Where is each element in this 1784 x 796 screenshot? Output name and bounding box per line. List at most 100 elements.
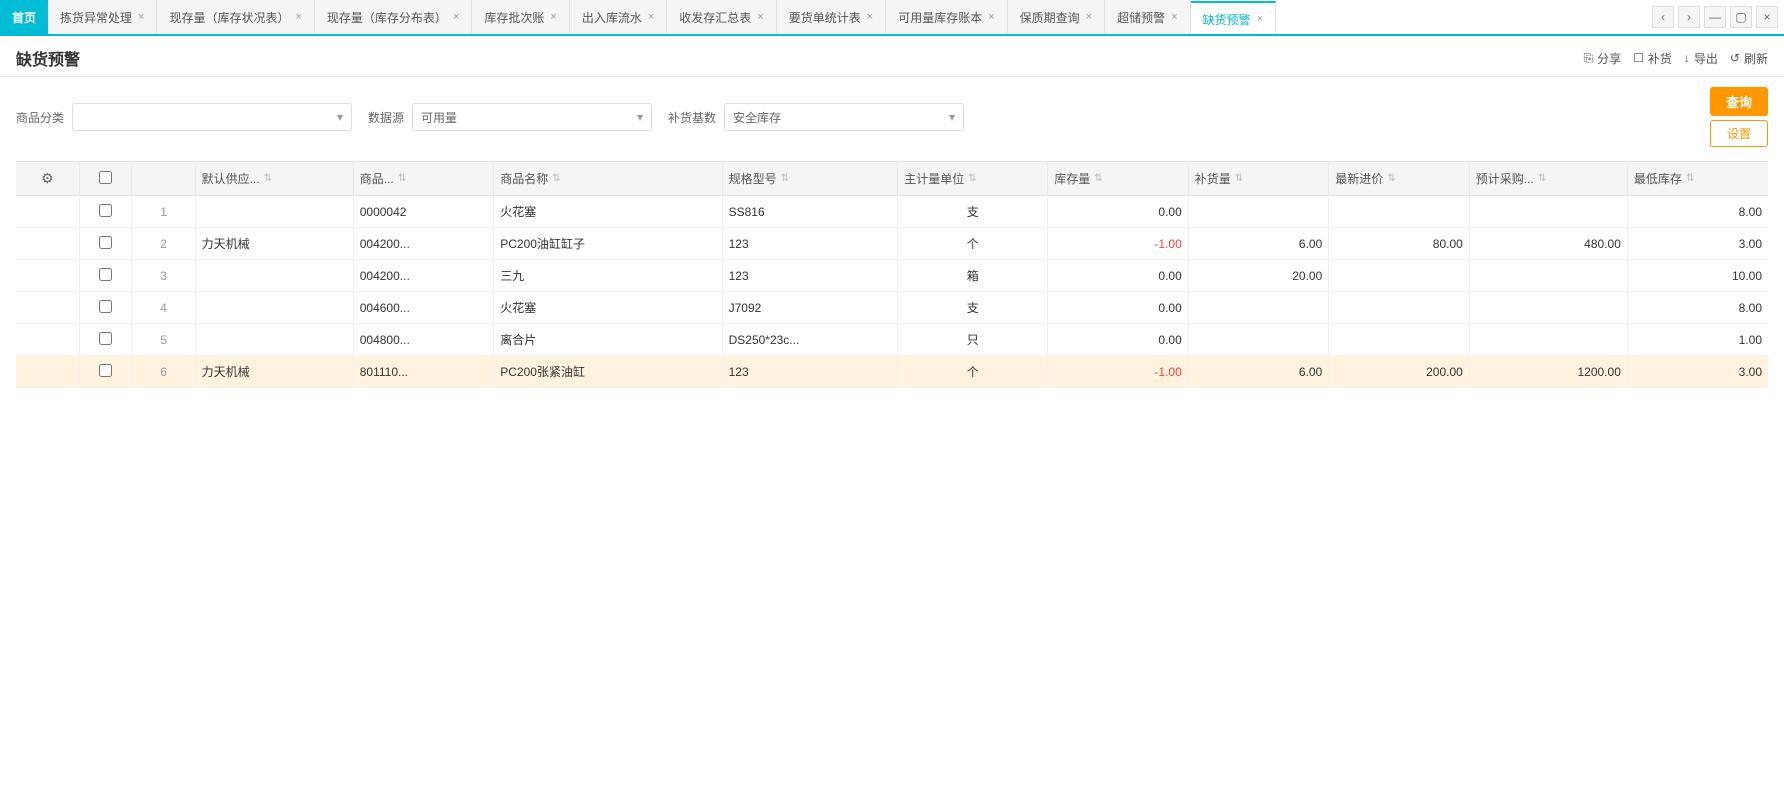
- td-index: 3: [132, 260, 195, 292]
- tab-close-batch-account[interactable]: ×: [550, 11, 556, 23]
- tab-close-exception[interactable]: ×: [138, 11, 144, 23]
- th-name[interactable]: 商品名称 ⇅: [494, 162, 722, 196]
- td-settings: [16, 324, 79, 356]
- gear-icon[interactable]: ⚙: [41, 170, 54, 186]
- tab-item-exception[interactable]: 拣货异常处理×: [48, 0, 157, 34]
- td-spec: 123: [722, 356, 898, 388]
- replenish-base-select[interactable]: 安全库存 ▾: [724, 103, 964, 131]
- tab-item-batch-account[interactable]: 库存批次账×: [472, 0, 569, 34]
- tab-label: 收发存汇总表: [679, 9, 751, 26]
- th-sort-est_purchase[interactable]: 预计采购... ⇅: [1476, 170, 1621, 187]
- tab-close-overstock-warning[interactable]: ×: [1171, 11, 1177, 23]
- td-replenish: [1188, 196, 1329, 228]
- th-sort-name[interactable]: 商品名称 ⇅: [500, 170, 715, 187]
- tab-item-shortage-warning[interactable]: 缺货预警×: [1191, 1, 1276, 34]
- tab-close-inventory-status[interactable]: ×: [295, 11, 301, 23]
- window-close-button[interactable]: ×: [1756, 6, 1778, 28]
- tab-prev-button[interactable]: ‹: [1652, 6, 1674, 28]
- th-sort-spec[interactable]: 规格型号 ⇅: [729, 170, 892, 187]
- export-button[interactable]: ↓ 导出: [1684, 50, 1718, 67]
- tab-close-shortage-warning[interactable]: ×: [1257, 13, 1263, 25]
- table-row: 3004200...三九123箱0.0020.0010.00: [16, 260, 1768, 292]
- th-replenish[interactable]: 补货量 ⇅: [1188, 162, 1329, 196]
- settings-button[interactable]: 设置: [1710, 120, 1768, 147]
- th-supplier[interactable]: 默认供应... ⇅: [195, 162, 353, 196]
- tab-item-receive-summary[interactable]: 收发存汇总表 ×: [667, 0, 776, 34]
- table-row: 4004600...火花塞J7092支0.008.00: [16, 292, 1768, 324]
- td-index: 5: [132, 324, 195, 356]
- th-label-est_purchase: 预计采购...: [1476, 170, 1534, 187]
- page-container: 缺货预警 ⎘ 分享 ☐ 补货 ↓ 导出 ↺ 刷新 商品分类: [0, 36, 1784, 796]
- td-spec: DS250*23c...: [722, 324, 898, 356]
- tab-close-inventory-dist[interactable]: ×: [453, 11, 459, 23]
- th-sort-latest_price[interactable]: 最新进价 ⇅: [1335, 170, 1463, 187]
- tab-close-expiry-query[interactable]: ×: [1086, 11, 1092, 23]
- th-spec[interactable]: 规格型号 ⇅: [722, 162, 898, 196]
- th-sort-replenish[interactable]: 补货量 ⇅: [1195, 170, 1323, 187]
- sort-icon-replenish: ⇅: [1235, 173, 1243, 184]
- data-table: ⚙ 默认供应... ⇅ 商品... ⇅ 商品名称 ⇅ 规格型号 ⇅ 主计量单位 …: [16, 161, 1768, 388]
- tab-item-home[interactable]: 首页: [0, 0, 48, 34]
- window-maximize-button[interactable]: ▢: [1730, 6, 1752, 28]
- tab-item-inventory-status[interactable]: 现存量（库存状况表）×: [157, 0, 314, 34]
- th-code[interactable]: 商品... ⇅: [353, 162, 494, 196]
- table-row: 5004800...离合片DS250*23c...只0.001.00: [16, 324, 1768, 356]
- td-spec: 123: [722, 228, 898, 260]
- tab-close-receive-summary[interactable]: ×: [757, 11, 763, 23]
- row-checkbox-5[interactable]: [99, 364, 112, 377]
- th-sort-code[interactable]: 商品... ⇅: [360, 170, 488, 187]
- td-unit: 个: [898, 356, 1048, 388]
- th-settings: ⚙: [16, 162, 79, 196]
- th-latest_price[interactable]: 最新进价 ⇅: [1329, 162, 1470, 196]
- th-sort-stock[interactable]: 库存量 ⇅: [1054, 170, 1182, 187]
- tab-close-inout-flow[interactable]: ×: [648, 11, 654, 23]
- td-unit: 只: [898, 324, 1048, 356]
- th-stock[interactable]: 库存量 ⇅: [1048, 162, 1189, 196]
- refresh-button[interactable]: ↺ 刷新: [1730, 50, 1768, 67]
- td-check: [79, 292, 132, 324]
- replenish-button[interactable]: ☐ 补货: [1633, 50, 1672, 67]
- td-index: 6: [132, 356, 195, 388]
- row-checkbox-2[interactable]: [99, 268, 112, 281]
- tab-label: 要货单统计表: [789, 9, 861, 26]
- window-minimize-button[interactable]: —: [1704, 6, 1726, 28]
- table-row: 10000042火花塞SS816支0.008.00: [16, 196, 1768, 228]
- th-label-stock: 库存量: [1054, 170, 1090, 187]
- row-checkbox-1[interactable]: [99, 236, 112, 249]
- th-unit[interactable]: 主计量单位 ⇅: [898, 162, 1048, 196]
- td-spec: SS816: [722, 196, 898, 228]
- query-button[interactable]: 查询: [1710, 87, 1768, 116]
- header-actions: ⎘ 分享 ☐ 补货 ↓ 导出 ↺ 刷新: [1584, 50, 1769, 67]
- tab-item-available-ledger[interactable]: 可用量库存账本×: [886, 0, 1007, 34]
- tab-close-demand-stats[interactable]: ×: [867, 11, 873, 23]
- td-latest_price: 200.00: [1329, 356, 1470, 388]
- tab-label: 首页: [12, 9, 36, 26]
- tab-item-inout-flow[interactable]: 出入库流水×: [570, 0, 667, 34]
- row-checkbox-3[interactable]: [99, 300, 112, 313]
- row-checkbox-0[interactable]: [99, 204, 112, 217]
- th-est_purchase[interactable]: 预计采购... ⇅: [1469, 162, 1627, 196]
- category-label: 商品分类: [16, 109, 64, 126]
- select-all-checkbox[interactable]: [99, 171, 112, 184]
- th-label-latest_price: 最新进价: [1335, 170, 1383, 187]
- td-est_purchase: [1469, 292, 1627, 324]
- td-spec: J7092: [722, 292, 898, 324]
- row-checkbox-4[interactable]: [99, 332, 112, 345]
- tab-item-inventory-dist[interactable]: 现存量（库存分布表）×: [315, 0, 472, 34]
- th-sort-supplier[interactable]: 默认供应... ⇅: [202, 170, 347, 187]
- td-min_stock: 3.00: [1627, 228, 1768, 260]
- tab-item-demand-stats[interactable]: 要货单统计表 ×: [777, 0, 886, 34]
- th-sort-unit[interactable]: 主计量单位 ⇅: [904, 170, 1041, 187]
- category-select[interactable]: ▾: [72, 103, 352, 131]
- th-min_stock[interactable]: 最低库存 ⇅: [1627, 162, 1768, 196]
- share-button[interactable]: ⎘ 分享: [1584, 50, 1622, 67]
- tab-label: 保质期查询: [1020, 9, 1080, 26]
- th-sort-min_stock[interactable]: 最低库存 ⇅: [1634, 170, 1762, 187]
- tab-close-available-ledger[interactable]: ×: [988, 11, 994, 23]
- td-supplier: [195, 292, 353, 324]
- tab-item-overstock-warning[interactable]: 超储预警×: [1105, 0, 1190, 34]
- tab-item-expiry-query[interactable]: 保质期查询 ×: [1008, 0, 1105, 34]
- datasource-select[interactable]: 可用量 ▾: [412, 103, 652, 131]
- td-code: 004200...: [353, 228, 494, 260]
- tab-next-button[interactable]: ›: [1678, 6, 1700, 28]
